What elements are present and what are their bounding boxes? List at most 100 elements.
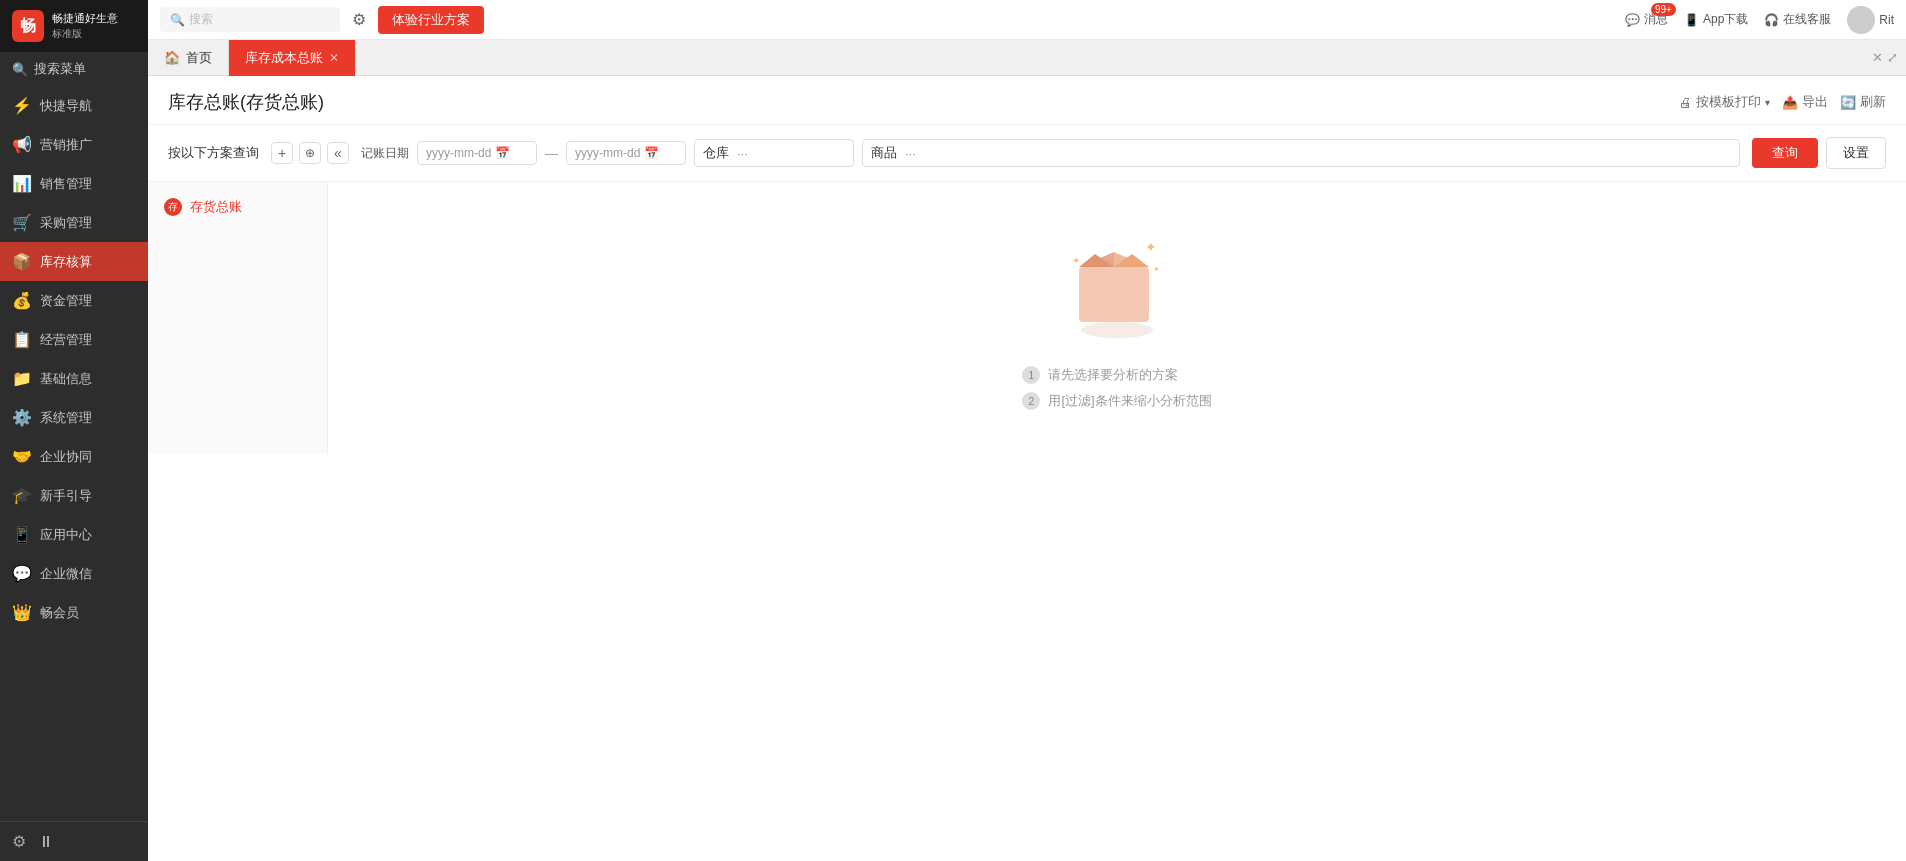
filter-add-button[interactable]: + (271, 142, 293, 164)
filter-label: 按以下方案查询 (168, 144, 259, 162)
print-dropdown-icon: ▾ (1765, 97, 1770, 108)
user-profile-button[interactable]: Rit (1847, 6, 1894, 34)
online-service-label: 在线客服 (1783, 11, 1831, 28)
sidebar-item-label: 畅会员 (40, 604, 79, 622)
app-download-button[interactable]: 📱 App下载 (1684, 11, 1748, 28)
sidebar-item-operations[interactable]: 📋 经营管理 (0, 320, 148, 359)
scheme-label: 存货总账 (190, 198, 242, 216)
basic-info-icon: 📁 (12, 369, 32, 388)
finance-icon: 💰 (12, 291, 32, 310)
sidebar-item-system[interactable]: ⚙️ 系统管理 (0, 398, 148, 437)
sales-icon: 📊 (12, 174, 32, 193)
sidebar-item-wechat[interactable]: 💬 企业微信 (0, 554, 148, 593)
filter-settings-icon-btn[interactable]: ⊕ (299, 142, 321, 164)
toggle-footer-icon[interactable]: ⏸ (38, 833, 54, 851)
top-search-icon: 🔍 (170, 13, 185, 27)
top-search[interactable]: 🔍 搜索 (160, 7, 340, 32)
search-menu-item[interactable]: 🔍 搜索菜单 (0, 52, 148, 86)
sidebar: 畅 畅捷通好生意 标准版 🔍 搜索菜单 ⚡ 快捷导航 📢 营销推广 📊 销售管理… (0, 0, 148, 861)
query-button[interactable]: 查询 (1752, 138, 1818, 168)
sidebar-item-label: 资金管理 (40, 292, 92, 310)
svg-text:✦: ✦ (1072, 255, 1080, 266)
settings-footer-icon[interactable]: ⚙ (12, 832, 26, 851)
tab-panel-resize-icon[interactable]: ⤢ (1887, 50, 1898, 65)
filter-icon: ⊕ (305, 146, 315, 160)
sidebar-item-quick-nav[interactable]: ⚡ 快捷导航 (0, 86, 148, 125)
tab-inventory-cost[interactable]: 库存成本总账 ✕ (229, 40, 356, 76)
warehouse-field[interactable]: 仓库 ··· (694, 139, 854, 167)
industry-button[interactable]: 体验行业方案 (378, 6, 484, 34)
sidebar-item-label: 库存核算 (40, 253, 92, 271)
filter-area: 按以下方案查询 + ⊕ « 记账日期 yyyy-mm-dd 📅 — yyyy-m… (148, 125, 1906, 182)
headset-icon: 🎧 (1764, 13, 1779, 27)
sidebar-item-label: 快捷导航 (40, 97, 92, 115)
print-label: 按模板打印 (1696, 93, 1761, 111)
tab-panel-close-icon[interactable]: ✕ (1872, 50, 1883, 65)
user-name: Rit (1879, 13, 1894, 27)
page-header: 库存总账(存货总账) 🖨 按模板打印 ▾ 📤 导出 🔄 刷新 (148, 76, 1906, 125)
scheme-icon: 存 (164, 198, 182, 216)
product-field[interactable]: 商品 ··· (862, 139, 1740, 167)
sidebar-item-inventory[interactable]: 📦 库存核算 (0, 242, 148, 281)
refresh-label: 刷新 (1860, 93, 1886, 111)
sidebar-item-label: 基础信息 (40, 370, 92, 388)
online-service-button[interactable]: 🎧 在线客服 (1764, 11, 1831, 28)
sidebar-item-label: 营销推广 (40, 136, 92, 154)
empty-hints: 1 请先选择要分析的方案 2 用[过滤]条件来缩小分析范围 (1022, 362, 1211, 414)
date-end-field[interactable]: yyyy-mm-dd 📅 (566, 141, 686, 165)
sidebar-item-newbie[interactable]: 🎓 新手引导 (0, 476, 148, 515)
sidebar-item-marketing[interactable]: 📢 营销推广 (0, 125, 148, 164)
marketing-icon: 📢 (12, 135, 32, 154)
refresh-icon: 🔄 (1840, 95, 1856, 110)
calendar-end-icon[interactable]: 📅 (644, 146, 659, 160)
inventory-icon: 📦 (12, 252, 32, 271)
sidebar-item-finance[interactable]: 💰 资金管理 (0, 281, 148, 320)
filter-collapse-btn[interactable]: « (327, 142, 349, 164)
phone-icon: 📱 (1684, 13, 1699, 27)
export-button[interactable]: 📤 导出 (1782, 93, 1828, 111)
top-header: 🔍 搜索 ⚙ 体验行业方案 💬 消息 99+ 📱 App下载 🎧 在线客服 (148, 0, 1906, 40)
sidebar-item-sales[interactable]: 📊 销售管理 (0, 164, 148, 203)
sidebar-item-member[interactable]: 👑 畅会员 (0, 593, 148, 632)
empty-illustration: ✦ ✦ ✦ (1057, 222, 1177, 342)
date-start-field[interactable]: yyyy-mm-dd 📅 (417, 141, 537, 165)
calendar-start-icon[interactable]: 📅 (495, 146, 510, 160)
warehouse-more-icon[interactable]: ··· (733, 146, 752, 161)
sidebar-item-label: 应用中心 (40, 526, 92, 544)
product-more-icon[interactable]: ··· (901, 146, 920, 161)
sidebar-item-label: 企业微信 (40, 565, 92, 583)
user-avatar (1847, 6, 1875, 34)
sidebar-item-purchase[interactable]: 🛒 采购管理 (0, 203, 148, 242)
date-start-placeholder: yyyy-mm-dd (426, 146, 491, 160)
app-download-label: App下载 (1703, 11, 1748, 28)
app-name: 畅捷通好生意 (52, 11, 118, 26)
quick-nav-icon: ⚡ (12, 96, 32, 115)
tab-home[interactable]: 🏠 首页 (148, 40, 229, 76)
tab-close-icon[interactable]: ✕ (329, 51, 339, 65)
message-badge: 99+ (1651, 3, 1676, 16)
warehouse-label: 仓库 (703, 144, 729, 162)
app-version: 标准版 (52, 27, 118, 41)
filter-inputs: 记账日期 yyyy-mm-dd 📅 — yyyy-mm-dd 📅 仓库 ··· … (361, 139, 1740, 167)
hint-item-1: 1 请先选择要分析的方案 (1022, 362, 1211, 388)
system-icon: ⚙️ (12, 408, 32, 427)
scheme-selector: 存 存货总账 (148, 182, 328, 454)
sidebar-item-appstore[interactable]: 📱 应用中心 (0, 515, 148, 554)
filter-settings-button[interactable]: 设置 (1826, 137, 1886, 169)
sidebar-item-enterprise[interactable]: 🤝 企业协同 (0, 437, 148, 476)
home-icon: 🏠 (164, 50, 180, 65)
sidebar-item-label: 系统管理 (40, 409, 92, 427)
sidebar-item-label: 采购管理 (40, 214, 92, 232)
print-button[interactable]: 🖨 按模板打印 ▾ (1679, 93, 1770, 111)
gear-button[interactable]: ⚙ (348, 6, 370, 33)
date-separator: — (545, 146, 558, 161)
sidebar-item-basic-info[interactable]: 📁 基础信息 (0, 359, 148, 398)
sidebar-nav: ⚡ 快捷导航 📢 营销推广 📊 销售管理 🛒 采购管理 📦 库存核算 💰 资金管… (0, 86, 148, 821)
scheme-item-inventory[interactable]: 存 存货总账 (148, 190, 327, 224)
message-button[interactable]: 💬 消息 99+ (1625, 11, 1668, 28)
refresh-button[interactable]: 🔄 刷新 (1840, 93, 1886, 111)
sidebar-item-label: 新手引导 (40, 487, 92, 505)
hint-text-2: 用[过滤]条件来缩小分析范围 (1048, 388, 1211, 414)
top-search-placeholder: 搜索 (189, 11, 213, 28)
top-header-right: 💬 消息 99+ 📱 App下载 🎧 在线客服 Rit (1625, 6, 1894, 34)
